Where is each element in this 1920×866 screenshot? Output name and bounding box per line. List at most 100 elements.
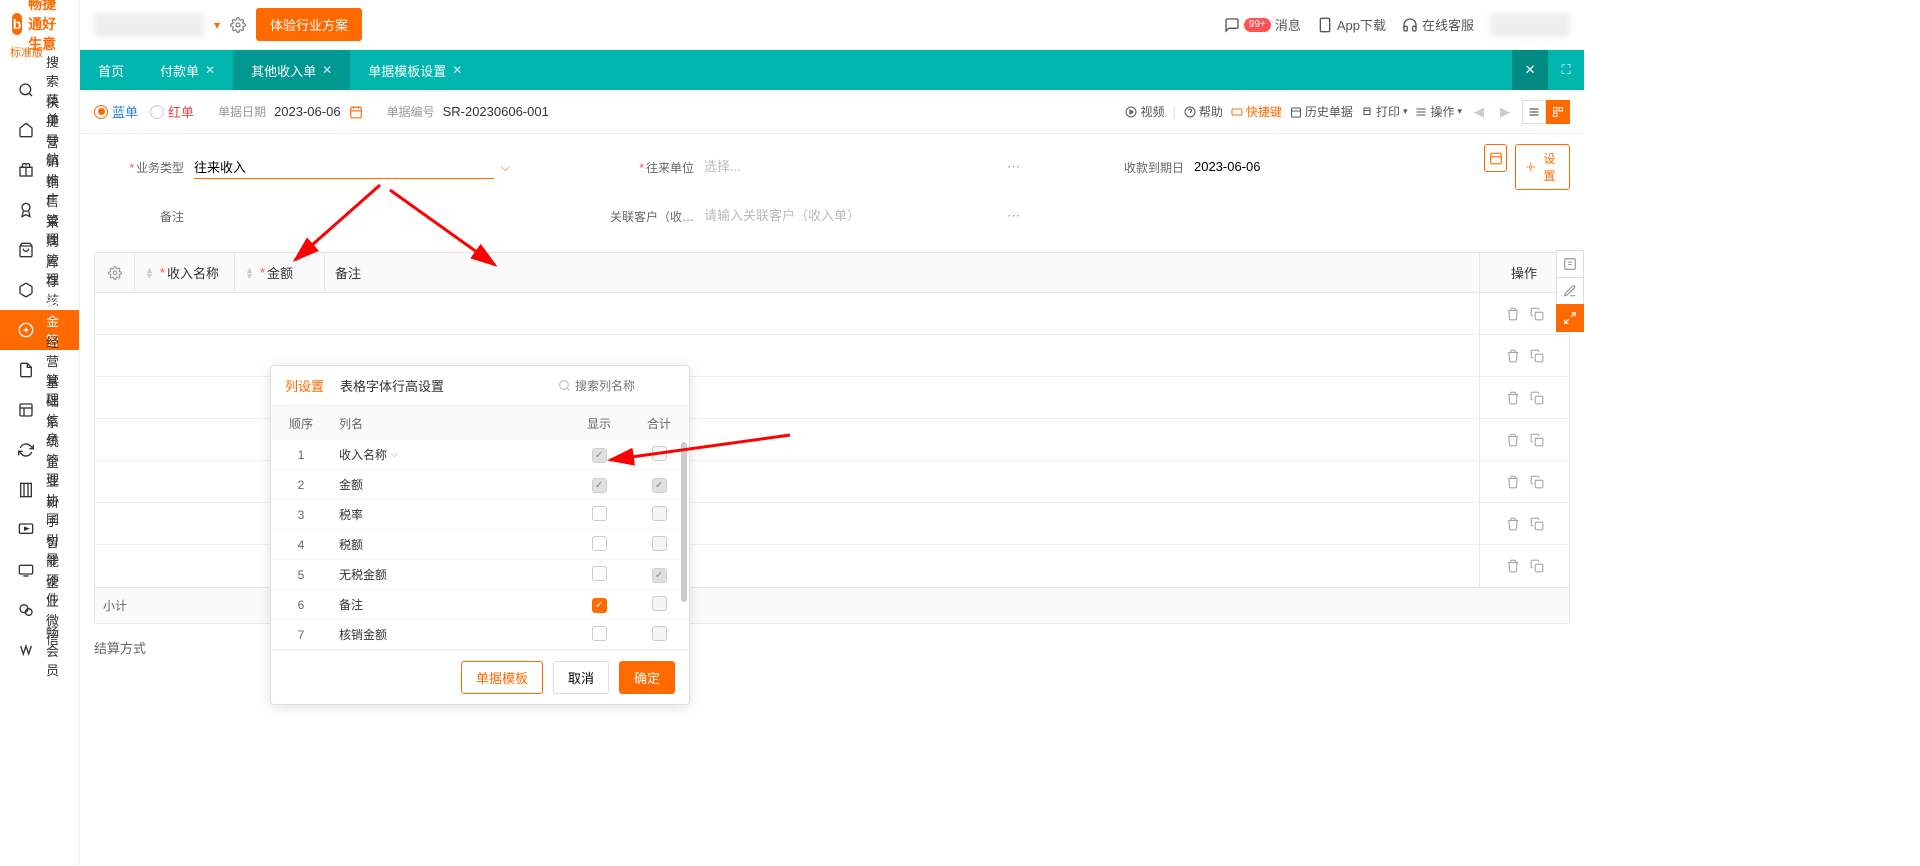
delete-icon[interactable] bbox=[1506, 349, 1520, 363]
remark-input[interactable] bbox=[194, 204, 494, 228]
sidebar-item-14[interactable]: 畅会员 bbox=[0, 630, 79, 670]
sidebar-item-5[interactable]: 库存核算 bbox=[0, 270, 79, 310]
help-button[interactable]: 帮助 bbox=[1184, 103, 1223, 120]
delete-icon[interactable] bbox=[1506, 433, 1520, 447]
chevron-down-icon[interactable]: ⌵ bbox=[391, 449, 398, 460]
close-icon[interactable]: ✕ bbox=[452, 63, 462, 77]
checkbox-off-icon[interactable] bbox=[592, 536, 607, 551]
gear-icon[interactable] bbox=[230, 17, 246, 33]
industry-plan-button[interactable]: 体验行业方案 bbox=[256, 8, 362, 41]
operate-button[interactable]: 操作 ▾ bbox=[1415, 103, 1462, 120]
cancel-button[interactable]: 取消 bbox=[553, 661, 609, 694]
checkbox-on-icon[interactable]: ✓ bbox=[592, 598, 607, 613]
table-row[interactable] bbox=[95, 293, 1569, 335]
sidebar-item-12[interactable]: 智能硬件 bbox=[0, 550, 79, 590]
history-button[interactable]: 历史单据 bbox=[1290, 103, 1353, 120]
party-input[interactable] bbox=[704, 155, 1004, 179]
sidebar-item-13[interactable]: 企业微信 bbox=[0, 590, 79, 630]
checkbox-off-icon bbox=[652, 596, 667, 611]
next-button[interactable]: ▶ bbox=[1496, 104, 1514, 120]
radio-blue[interactable]: 蓝单 bbox=[94, 102, 138, 121]
tab-1[interactable]: 付款单✕ bbox=[142, 50, 233, 90]
badge-icon bbox=[18, 201, 34, 219]
settings-button[interactable]: 设置 bbox=[1515, 144, 1570, 190]
checkbox-on-icon[interactable]: ✓ bbox=[652, 478, 667, 493]
checkbox-off-icon[interactable] bbox=[592, 566, 607, 581]
chevron-down-icon[interactable]: ▾ bbox=[214, 18, 220, 32]
delete-icon[interactable] bbox=[1506, 559, 1520, 573]
popover-tab-columns[interactable]: 列设置 bbox=[285, 376, 324, 395]
side-tool-expand[interactable] bbox=[1556, 304, 1584, 332]
side-tool-note[interactable] bbox=[1556, 250, 1584, 278]
view-list-button[interactable] bbox=[1522, 100, 1546, 124]
copy-icon[interactable] bbox=[1530, 433, 1544, 447]
more-icon[interactable]: ⋯ bbox=[1007, 159, 1020, 175]
date-value[interactable]: 2023-06-06 bbox=[274, 104, 341, 119]
checkbox-off-icon[interactable] bbox=[592, 506, 607, 521]
sidebar-item-6[interactable]: 资金管理 bbox=[0, 310, 79, 350]
tab-expand-button[interactable]: ⛶ bbox=[1548, 50, 1584, 90]
sidebar-item-7[interactable]: 经营管理 bbox=[0, 350, 79, 390]
messages-button[interactable]: 99+ 消息 bbox=[1224, 15, 1301, 34]
related-input[interactable] bbox=[704, 204, 1004, 228]
copy-icon[interactable] bbox=[1530, 349, 1544, 363]
template-button[interactable]: 单据模板 bbox=[461, 661, 543, 694]
calendar-button[interactable] bbox=[1484, 144, 1507, 172]
checkbox-off-icon[interactable] bbox=[592, 626, 607, 641]
column-search-input[interactable] bbox=[575, 379, 675, 393]
sidebar-item-8[interactable]: 基础信息 bbox=[0, 390, 79, 430]
tab-0[interactable]: 首页 bbox=[80, 50, 142, 90]
column-row: 4税额 bbox=[271, 530, 689, 560]
org-selector[interactable] bbox=[94, 13, 204, 37]
app-download-button[interactable]: App下载 bbox=[1317, 15, 1386, 34]
checkbox-on-icon[interactable]: ✓ bbox=[592, 478, 607, 493]
copy-icon[interactable] bbox=[1530, 307, 1544, 321]
col-income[interactable]: ▲▼*收入名称 bbox=[135, 253, 235, 292]
tab-3[interactable]: 单据模板设置✕ bbox=[350, 50, 480, 90]
col-remark[interactable]: 备注 bbox=[325, 253, 1479, 292]
tab-2[interactable]: 其他收入单✕ bbox=[233, 50, 350, 90]
delete-icon[interactable] bbox=[1506, 475, 1520, 489]
delete-icon[interactable] bbox=[1506, 517, 1520, 531]
calendar-icon[interactable] bbox=[349, 105, 363, 119]
sidebar-item-1[interactable]: 快捷导航 bbox=[0, 110, 79, 150]
column-settings-button[interactable] bbox=[95, 253, 135, 292]
sidebar-item-3[interactable]: 销售管理 bbox=[0, 190, 79, 230]
confirm-button[interactable]: 确定 bbox=[619, 661, 675, 694]
print-button[interactable]: 打印 ▾ bbox=[1361, 103, 1408, 120]
view-card-button[interactable] bbox=[1546, 100, 1570, 124]
sidebar-item-4[interactable]: 采购管理 bbox=[0, 230, 79, 270]
scrollbar[interactable] bbox=[681, 442, 687, 602]
chevron-down-icon[interactable]: ⌵ bbox=[501, 160, 510, 175]
close-icon[interactable]: ✕ bbox=[322, 63, 332, 77]
delete-icon[interactable] bbox=[1506, 391, 1520, 405]
copy-icon[interactable] bbox=[1530, 517, 1544, 531]
checkbox-on-icon[interactable]: ✓ bbox=[592, 448, 607, 463]
support-button[interactable]: 在线客服 bbox=[1402, 15, 1474, 34]
delete-icon[interactable] bbox=[1506, 307, 1520, 321]
sidebar-item-11[interactable]: 新手引导 bbox=[0, 510, 79, 550]
due-input[interactable] bbox=[1194, 155, 1454, 179]
radio-red[interactable]: 红单 bbox=[150, 102, 194, 121]
sidebar-item-9[interactable]: 系统管理 bbox=[0, 430, 79, 470]
sidebar-item-0[interactable]: 搜索菜单 bbox=[0, 70, 79, 110]
copy-icon[interactable] bbox=[1530, 559, 1544, 573]
col-amount[interactable]: ▲▼*金额 bbox=[235, 253, 325, 292]
biz-type-input[interactable] bbox=[194, 155, 494, 179]
gift-icon bbox=[18, 161, 34, 179]
prev-button[interactable]: ◀ bbox=[1470, 104, 1488, 120]
close-icon[interactable]: ✕ bbox=[205, 63, 215, 77]
checkbox-on-icon[interactable]: ✓ bbox=[652, 568, 667, 583]
shortcut-button[interactable]: 快捷键 bbox=[1231, 103, 1282, 120]
user-avatar[interactable] bbox=[1490, 13, 1570, 37]
sidebar-item-2[interactable]: 营销推广 bbox=[0, 150, 79, 190]
copy-icon[interactable] bbox=[1530, 391, 1544, 405]
video-button[interactable]: 视频 bbox=[1125, 103, 1164, 120]
copy-icon[interactable] bbox=[1530, 475, 1544, 489]
tab-close-all-button[interactable]: ✕ bbox=[1512, 50, 1548, 90]
sidebar-item-10[interactable]: 企业协同 bbox=[0, 470, 79, 510]
money-icon bbox=[18, 321, 34, 339]
more-icon[interactable]: ⋯ bbox=[1007, 208, 1020, 224]
popover-tab-font[interactable]: 表格字体行高设置 bbox=[340, 376, 444, 395]
side-tool-edit[interactable] bbox=[1556, 277, 1584, 305]
